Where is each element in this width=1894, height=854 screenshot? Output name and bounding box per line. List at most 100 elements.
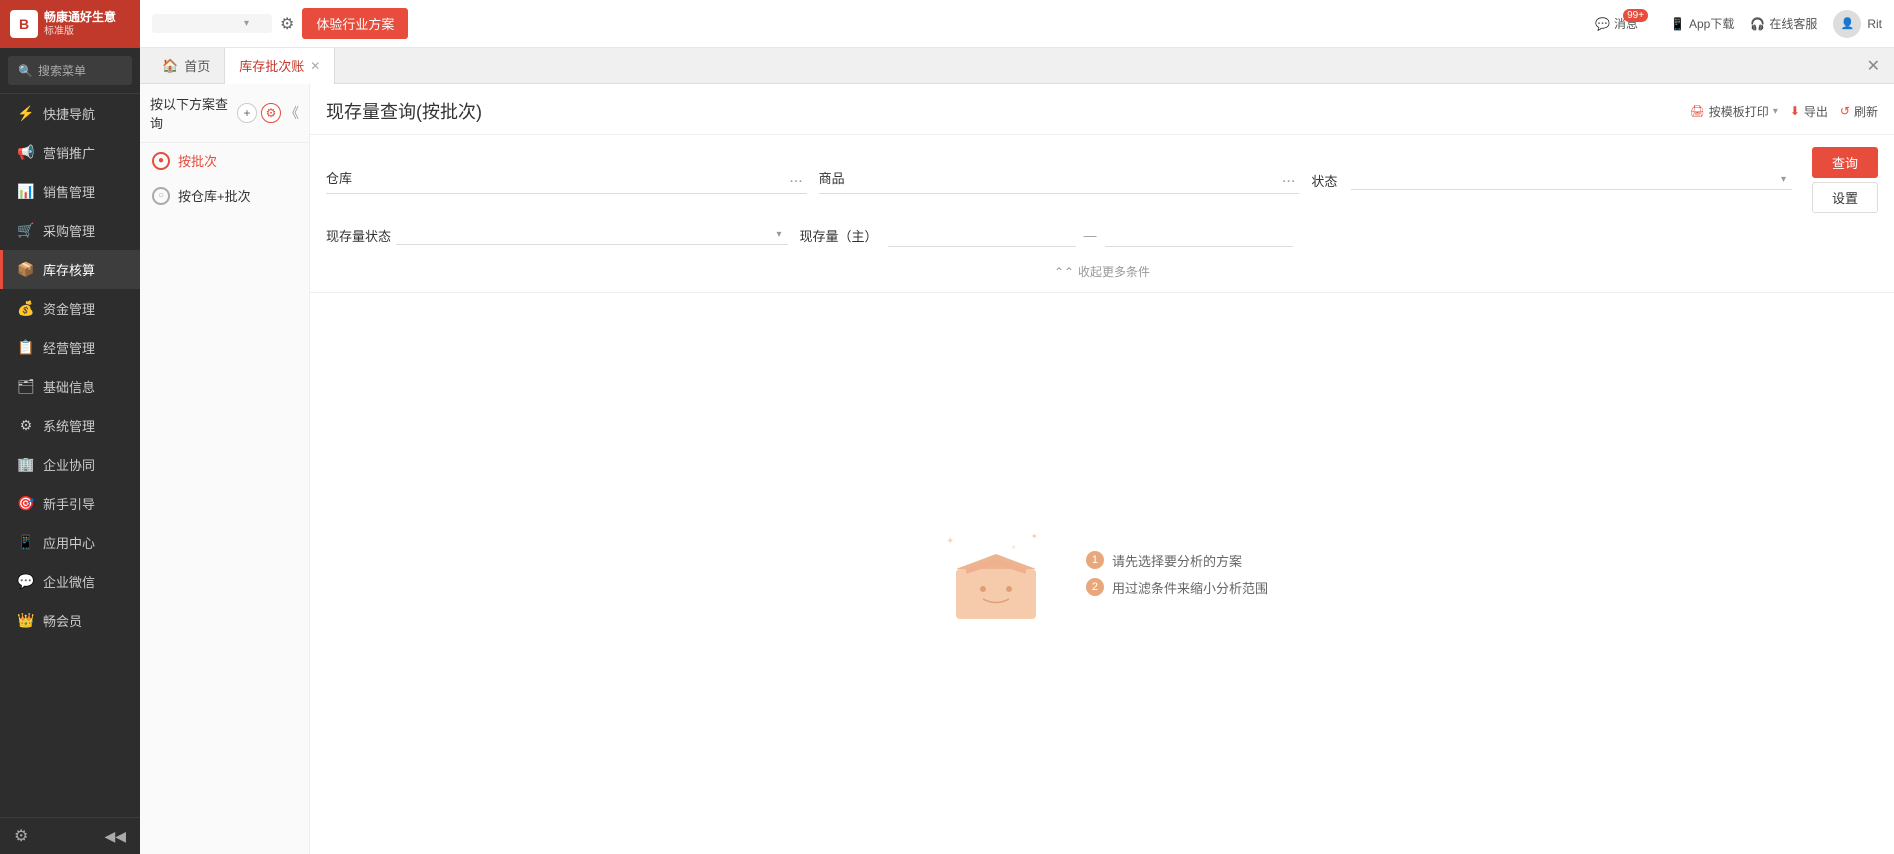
status-select-arrow-icon: ▾ [1781,174,1786,185]
sidebar-item-finance[interactable]: 💰 资金管理 [0,289,140,328]
inventory-qty-from-input[interactable] [888,223,1076,247]
topbar-gear-icon[interactable]: ⚙ [280,14,294,34]
sidebar-item-sales[interactable]: 📊 销售管理 [0,172,140,211]
finance-icon: 💰 [17,300,35,318]
inventory-qty-label: 现存量（主） [800,226,880,245]
add-scheme-button[interactable]: + [237,103,257,123]
svg-text:✦: ✦ [1031,532,1038,541]
experience-btn[interactable]: 体验行业方案 [302,8,408,39]
sidebar-settings-icon[interactable]: ⚙ [14,826,28,846]
topbar-input-area: ▾ [152,14,272,33]
tab-close-icon[interactable]: ✕ [310,59,320,73]
page-actions: 🖨 按模板打印 ▾ ⬇ 导出 ↺ 刷新 [1690,103,1878,120]
sidebar-item-newuser[interactable]: 🎯 新手引导 [0,484,140,523]
sidebar-item-enterprise[interactable]: 🏢 企业协同 [0,445,140,484]
settings-button[interactable]: 设置 [1812,182,1878,213]
customer-service-label: 在线客服 [1769,15,1817,32]
inventory-status-select[interactable]: ▾ [396,225,788,245]
messages-item[interactable]: 💬 消息 99+ [1595,15,1638,32]
search-menu-label: 搜索菜单 [38,62,86,79]
status-filter-group: 状态 ▾ [1311,170,1792,190]
sidebar-item-label: 企业微信 [43,572,95,591]
sidebar-item-label: 应用中心 [43,533,95,552]
scheme-item-by-warehouse-batch[interactable]: ○ 按仓库+批次 [140,178,309,213]
sidebar-item-inventory[interactable]: 📦 库存核算 [0,250,140,289]
search-menu-button[interactable]: 🔍 搜索菜单 [8,56,132,85]
export-button[interactable]: ⬇ 导出 [1790,103,1828,120]
inventory-icon: 📦 [17,261,35,279]
tab-home-label: 首页 [184,56,210,75]
export-icon: ⬇ [1790,104,1800,118]
topbar-dropdown-arrow-icon[interactable]: ▾ [244,18,249,29]
empty-hint-1: 1 请先选择要分析的方案 [1086,551,1268,570]
query-button[interactable]: 查询 [1812,147,1878,178]
sidebar-item-appstore[interactable]: 📱 应用中心 [0,523,140,562]
customer-service-icon: 🎧 [1750,17,1765,31]
newuser-icon: 🎯 [17,495,35,513]
empty-svg: ✦ ✦ ★ [941,524,1051,624]
refresh-button[interactable]: ↺ 刷新 [1840,103,1878,120]
search-icon: 🔍 [18,64,33,78]
sidebar-item-purchase[interactable]: 🛒 采购管理 [0,211,140,250]
tab-home[interactable]: 🏠 首页 [148,48,225,84]
sidebar-item-basic[interactable]: 🗂 基础信息 [0,367,140,406]
sidebar-item-system[interactable]: ⚙ 系统管理 [0,406,140,445]
sidebar-header: B 畅康通好生意 标准版 [0,0,140,48]
refresh-label: 刷新 [1854,103,1878,120]
sidebar-item-label: 经营管理 [43,338,95,357]
scheme-item-by-batch[interactable]: ● 按批次 [140,143,309,178]
tab-batch-account[interactable]: 库存批次账 ✕ [225,48,335,84]
sidebar-footer: ⚙ ◀◀ [0,817,140,854]
sidebar-item-wechat[interactable]: 💬 企业微信 [0,562,140,601]
print-dropdown-icon[interactable]: ▾ [1773,106,1778,117]
scheme-item-by-warehouse-batch-label: 按仓库+批次 [178,186,251,205]
system-icon: ⚙ [17,417,35,435]
scheme-panel-title: 按以下方案查询 [150,94,237,132]
refresh-icon: ↺ [1840,104,1850,118]
page-title: 现存量查询(按批次) [326,98,482,124]
collapse-more-button[interactable]: ⌃⌃ 收起更多条件 [326,257,1878,280]
scheme-panel-header: 按以下方案查询 + ⚙ 《 [140,84,309,143]
collapse-label: 收起更多条件 [1078,263,1150,280]
user-area[interactable]: 👤 Rit [1833,10,1882,38]
warehouse-more-icon[interactable]: ... [785,169,806,187]
empty-illustration: ✦ ✦ ★ [936,524,1056,624]
member-icon: 👑 [17,612,35,630]
marketing-icon: 📢 [17,144,35,162]
messages-badge: 99+ [1623,9,1648,22]
sidebar-item-member[interactable]: 👑 畅会员 [0,601,140,640]
topbar: ▾ ⚙ 体验行业方案 💬 消息 99+ 📱 App下载 🎧 在线客服 👤 [140,0,1894,48]
scheme-inactive-icon: ○ [152,187,170,205]
sidebar-item-label: 基础信息 [43,377,95,396]
tabs-bar: 🏠 首页 库存批次账 ✕ ✕ [140,48,1894,84]
sidebar-item-operation[interactable]: 📋 经营管理 [0,328,140,367]
status-select[interactable]: ▾ [1351,170,1792,190]
scheme-settings-button[interactable]: ⚙ [261,103,281,123]
collapse-icon: ⌃⌃ [1054,265,1074,279]
sidebar-item-label: 企业协同 [43,455,95,474]
sidebar-collapse-icon[interactable]: ◀◀ [104,828,126,845]
sidebar-item-label: 库存核算 [43,260,95,279]
scheme-panel-actions: + ⚙ 《 [237,103,299,123]
inventory-qty-to-input[interactable] [1105,223,1293,247]
app-download-item[interactable]: 📱 App下载 [1670,15,1734,32]
purchase-icon: 🛒 [17,222,35,240]
sidebar-item-label: 畅会员 [43,611,82,630]
print-button[interactable]: 🖨 按模板打印 ▾ [1690,103,1778,120]
sidebar-item-quick-nav[interactable]: ⚡ 快捷导航 [0,94,140,133]
enterprise-icon: 🏢 [17,456,35,474]
tab-batch-account-label: 库存批次账 [239,56,304,75]
customer-service-item[interactable]: 🎧 在线客服 [1750,15,1817,32]
quick-nav-icon: ⚡ [17,105,35,123]
warehouse-input[interactable] [366,166,785,189]
warehouse-label: 仓库 [326,168,366,187]
product-more-icon[interactable]: ... [1278,169,1299,187]
product-input[interactable] [859,166,1278,189]
print-label: 按模板打印 [1709,103,1769,120]
messages-icon: 💬 [1595,17,1610,31]
inventory-status-arrow-icon: ▾ [776,229,781,240]
scheme-collapse-icon[interactable]: 《 [285,103,299,123]
username-label: Rit [1867,17,1882,31]
sidebar-item-marketing[interactable]: 📢 营销推广 [0,133,140,172]
close-all-tabs-button[interactable]: ✕ [1853,56,1894,76]
